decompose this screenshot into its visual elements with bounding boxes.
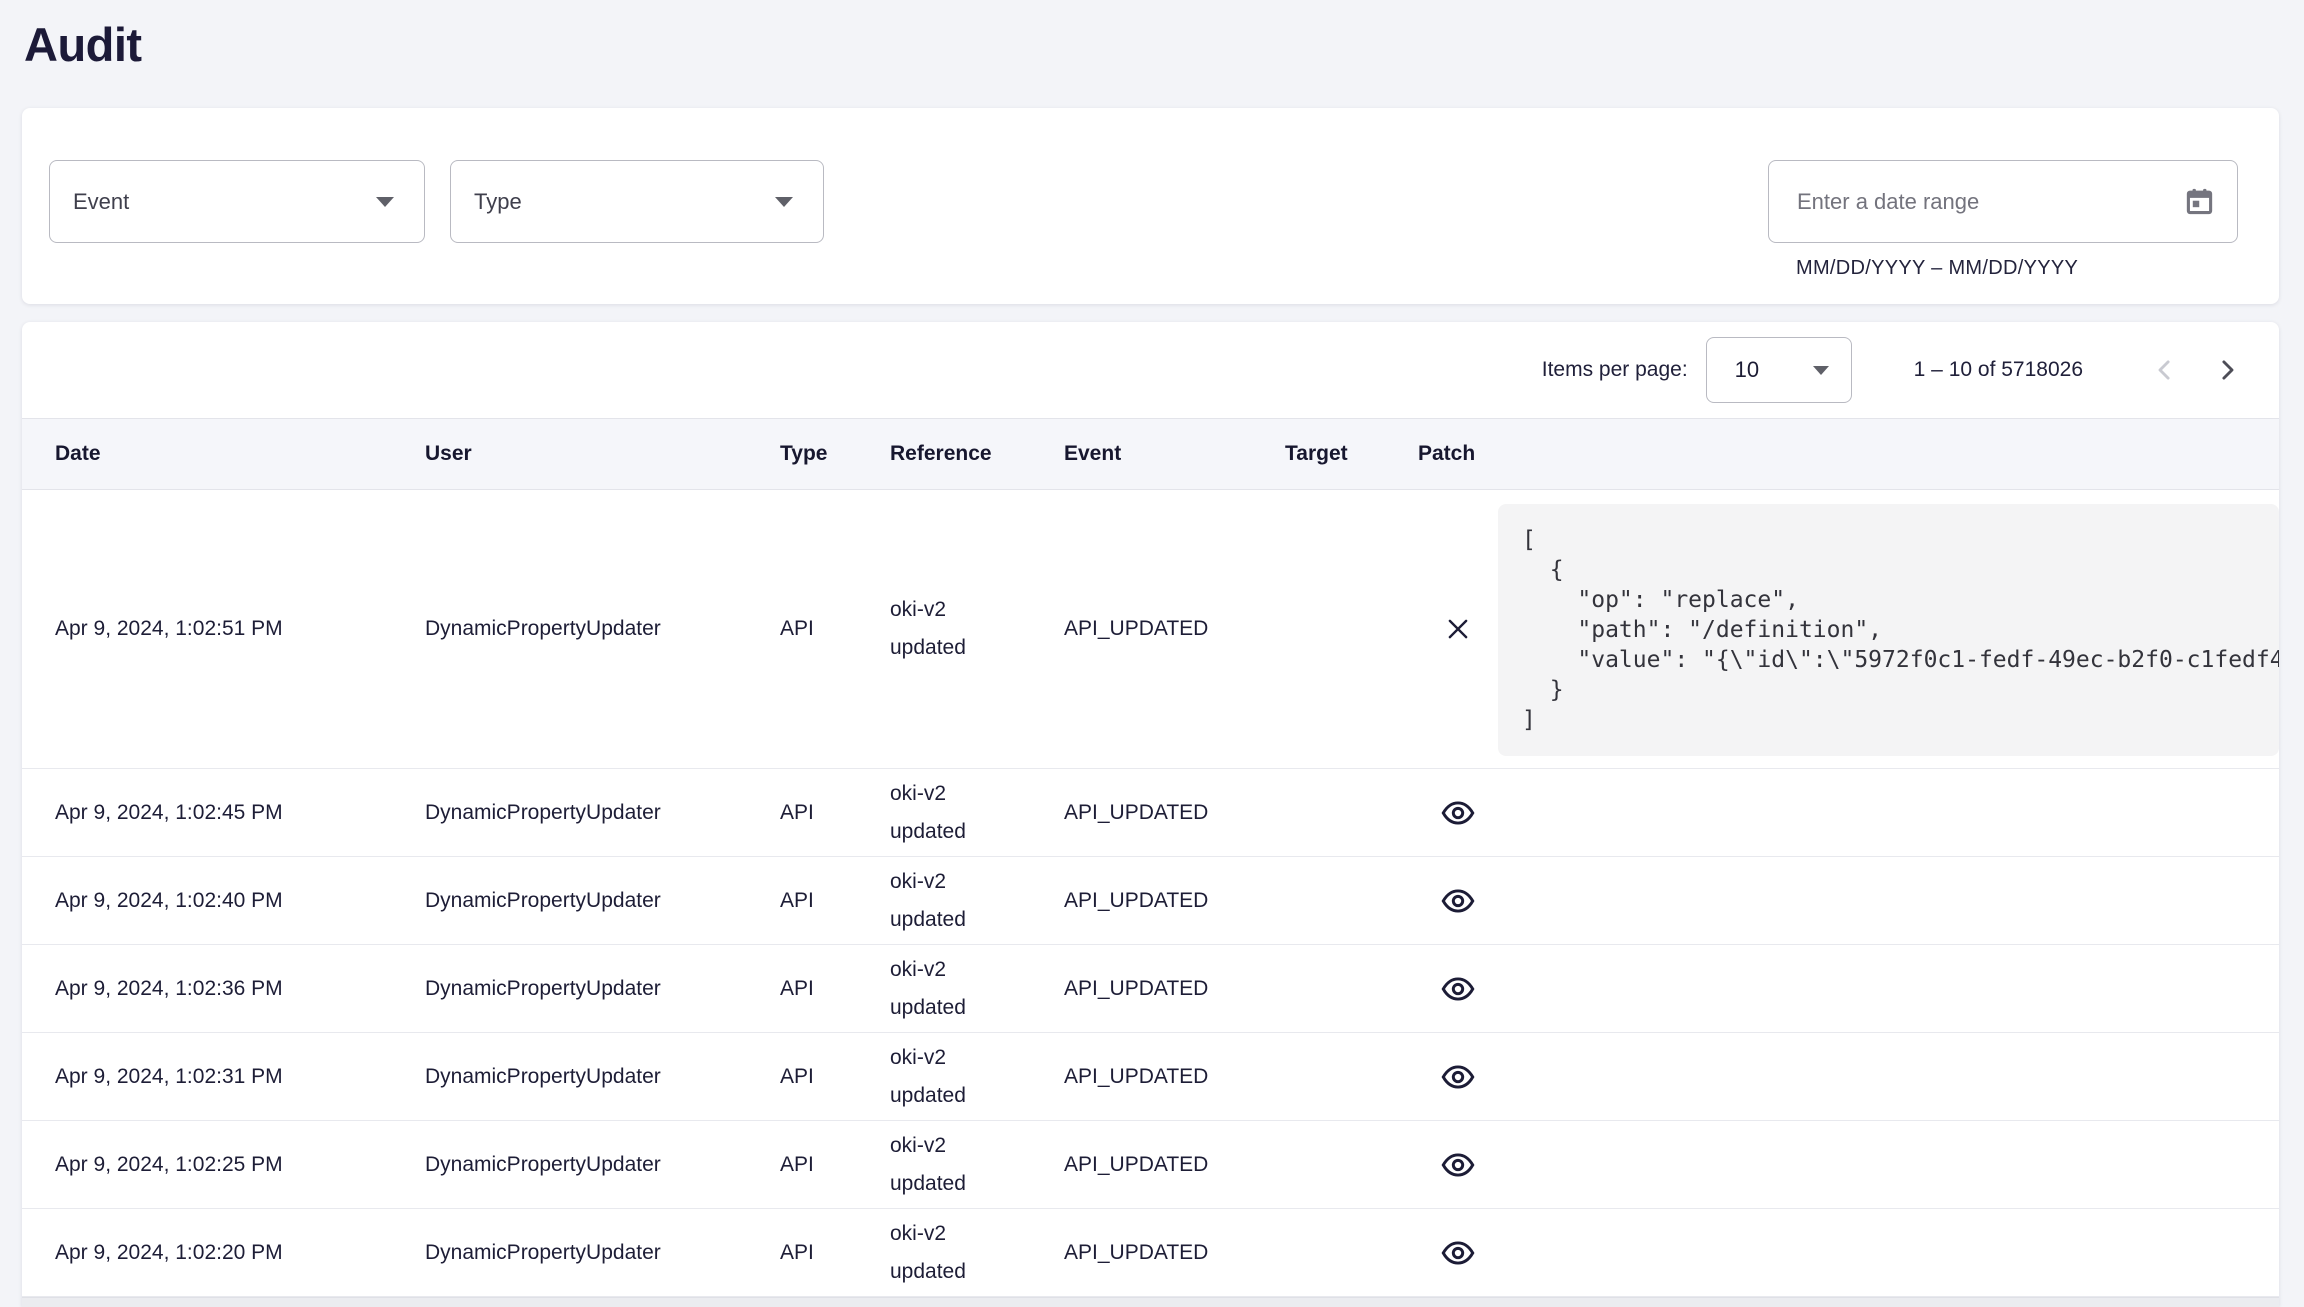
chevron-right-icon: [2212, 355, 2242, 385]
patch-json-block: [ { "op": "replace", "path": "/definitio…: [1498, 504, 2279, 756]
cell-event: API_UPDATED: [1064, 1063, 1285, 1091]
eye-icon: [1441, 884, 1475, 918]
cell-reference: oki-v2 updated: [890, 591, 1064, 667]
date-range-group: MM/DD/YYYY – MM/DD/YYYY: [1768, 160, 2238, 280]
caret-down-icon: [1813, 366, 1829, 375]
items-per-page-label: Items per page:: [1542, 358, 1688, 382]
page-size-value: 10: [1735, 357, 1759, 383]
event-filter-select[interactable]: Event: [49, 160, 425, 243]
cell-type: API: [780, 1151, 890, 1179]
date-range-input[interactable]: [1797, 189, 2172, 215]
paginator: Items per page: 10 1 – 10 of 5718026: [22, 322, 2279, 418]
cell-reference: oki-v2 updated: [890, 1039, 1064, 1115]
cell-reference: oki-v2 updated: [890, 1215, 1064, 1291]
audit-table-card: Items per page: 10 1 – 10 of 5718026 Dat…: [22, 322, 2279, 1307]
view-patch-button[interactable]: [1434, 877, 1482, 925]
next-page-button[interactable]: [2203, 346, 2251, 394]
caret-down-icon: [775, 197, 793, 207]
filter-bar: Event Type MM/DD/YYYY – MM/DD/YYYY: [22, 108, 2279, 304]
eye-icon: [1441, 972, 1475, 1006]
cell-event: API_UPDATED: [1064, 887, 1285, 915]
column-header-reference: Reference: [890, 442, 1064, 466]
cell-user: DynamicPropertyUpdater: [425, 615, 780, 643]
patch-json-content: [ { "op": "replace", "path": "/definitio…: [1522, 525, 2279, 735]
datepicker-toggle-button[interactable]: [2184, 186, 2215, 217]
previous-page-button[interactable]: [2141, 346, 2189, 394]
cell-date: Apr 9, 2024, 1:02:25 PM: [55, 1151, 425, 1179]
eye-icon: [1441, 796, 1475, 830]
table-row: Apr 9, 2024, 1:02:40 PM DynamicPropertyU…: [22, 857, 2279, 945]
cell-type: API: [780, 975, 890, 1003]
date-range-field[interactable]: [1768, 160, 2238, 243]
x-icon: [1443, 614, 1473, 644]
date-range-hint: MM/DD/YYYY – MM/DD/YYYY: [1768, 257, 2238, 280]
view-patch-button[interactable]: [1434, 1053, 1482, 1101]
cell-date: Apr 9, 2024, 1:02:36 PM: [55, 975, 425, 1003]
calendar-icon: [2184, 186, 2215, 217]
cell-type: API: [780, 615, 890, 643]
cell-date: Apr 9, 2024, 1:02:20 PM: [55, 1239, 425, 1267]
cell-date: Apr 9, 2024, 1:02:40 PM: [55, 887, 425, 915]
cell-event: API_UPDATED: [1064, 799, 1285, 827]
type-filter-label: Type: [474, 189, 522, 215]
cell-user: DynamicPropertyUpdater: [425, 975, 780, 1003]
table-row: Apr 9, 2024, 1:02:51 PM DynamicPropertyU…: [22, 490, 2279, 769]
cell-user: DynamicPropertyUpdater: [425, 1063, 780, 1091]
table-row: Apr 9, 2024, 1:02:25 PM DynamicPropertyU…: [22, 1121, 2279, 1209]
column-header-patch: Patch: [1418, 442, 1498, 466]
cell-reference: oki-v2 updated: [890, 1127, 1064, 1203]
view-patch-button[interactable]: [1434, 965, 1482, 1013]
table-row: Apr 9, 2024, 1:02:45 PM DynamicPropertyU…: [22, 769, 2279, 857]
cell-date: Apr 9, 2024, 1:02:51 PM: [55, 615, 425, 643]
cell-type: API: [780, 799, 890, 827]
cell-reference: oki-v2 updated: [890, 775, 1064, 851]
eye-icon: [1441, 1236, 1475, 1270]
cell-date: Apr 9, 2024, 1:02:45 PM: [55, 799, 425, 827]
cell-date: Apr 9, 2024, 1:02:31 PM: [55, 1063, 425, 1091]
eye-icon: [1441, 1148, 1475, 1182]
column-header-target: Target: [1285, 442, 1418, 466]
cell-type: API: [780, 1239, 890, 1267]
cell-event: API_UPDATED: [1064, 1239, 1285, 1267]
column-header-date: Date: [55, 442, 425, 466]
cell-type: API: [780, 887, 890, 915]
cell-event: API_UPDATED: [1064, 615, 1285, 643]
eye-icon: [1441, 1060, 1475, 1094]
cell-reference: oki-v2 updated: [890, 863, 1064, 939]
horizontal-scrollbar-track[interactable]: [22, 1297, 2279, 1307]
cell-type: API: [780, 1063, 890, 1091]
cell-reference: oki-v2 updated: [890, 951, 1064, 1027]
type-filter-select[interactable]: Type: [450, 160, 824, 243]
column-header-type: Type: [780, 442, 890, 466]
paginator-range-label: 1 – 10 of 5718026: [1914, 358, 2083, 382]
caret-down-icon: [376, 197, 394, 207]
table-row: Apr 9, 2024, 1:02:36 PM DynamicPropertyU…: [22, 945, 2279, 1033]
cell-event: API_UPDATED: [1064, 1151, 1285, 1179]
cell-user: DynamicPropertyUpdater: [425, 799, 780, 827]
column-header-user: User: [425, 442, 780, 466]
cell-user: DynamicPropertyUpdater: [425, 1151, 780, 1179]
page-size-select[interactable]: 10: [1706, 337, 1852, 403]
page-title: Audit: [24, 14, 2304, 76]
table-row: Apr 9, 2024, 1:02:20 PM DynamicPropertyU…: [22, 1209, 2279, 1297]
chevron-left-icon: [2150, 355, 2180, 385]
view-patch-button[interactable]: [1434, 1229, 1482, 1277]
cell-user: DynamicPropertyUpdater: [425, 1239, 780, 1267]
view-patch-button[interactable]: [1434, 1141, 1482, 1189]
close-patch-button[interactable]: [1434, 605, 1482, 653]
table-header-row: Date User Type Reference Event Target Pa…: [22, 418, 2279, 490]
column-header-event: Event: [1064, 442, 1285, 466]
cell-event: API_UPDATED: [1064, 975, 1285, 1003]
cell-user: DynamicPropertyUpdater: [425, 887, 780, 915]
event-filter-label: Event: [73, 189, 129, 215]
table-row: Apr 9, 2024, 1:02:31 PM DynamicPropertyU…: [22, 1033, 2279, 1121]
view-patch-button[interactable]: [1434, 789, 1482, 837]
